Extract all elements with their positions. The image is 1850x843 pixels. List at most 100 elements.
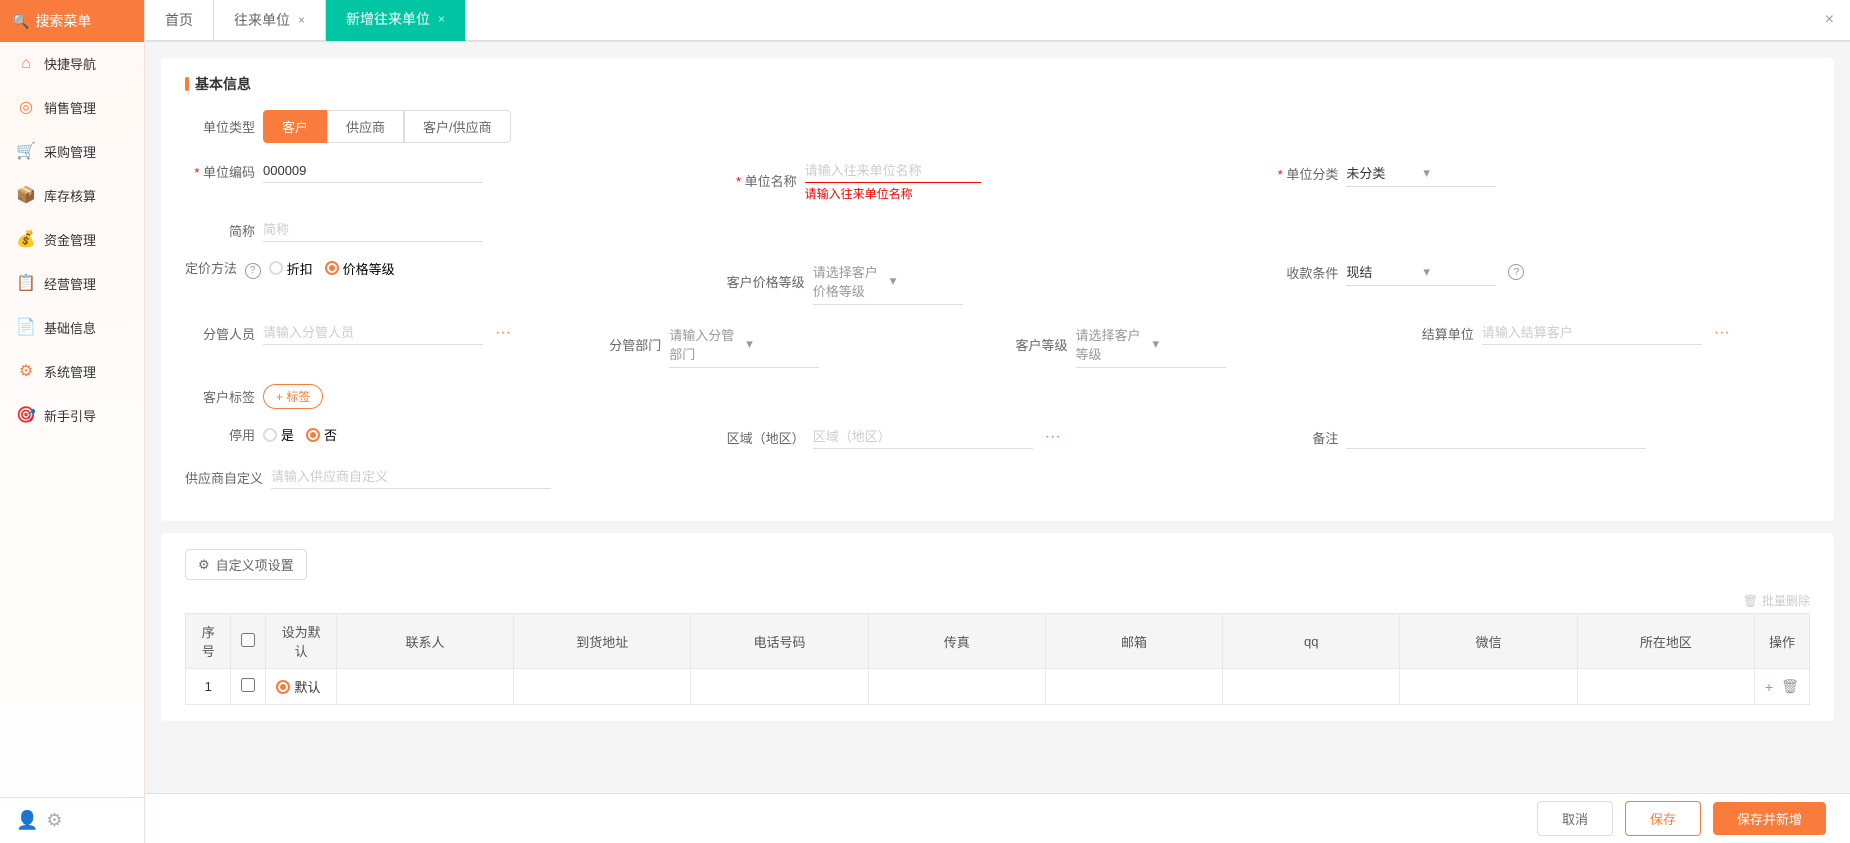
tab-new-partner-close[interactable]: × xyxy=(438,12,445,26)
row-default-circle xyxy=(276,680,290,694)
pricing-radio-price-level[interactable]: 价格等级 xyxy=(325,259,395,278)
user-icon: 👤 xyxy=(16,810,38,831)
wechat-input[interactable] xyxy=(1410,679,1566,694)
save-button[interactable]: 保存 xyxy=(1625,801,1701,836)
disabled-radio-yes[interactable]: 是 xyxy=(263,425,294,444)
custom-settings-button[interactable]: ⚙ 自定义项设置 xyxy=(185,549,307,580)
qq-input[interactable] xyxy=(1233,679,1389,694)
unit-name-field: 单位名称 请输入往来单位名称 xyxy=(727,159,1269,202)
sidebar-item-purchase[interactable]: 🛒 采购管理 xyxy=(0,129,144,173)
td-seq: 1 xyxy=(186,669,231,705)
sidebar-item-label: 经营管理 xyxy=(44,274,96,293)
address-input[interactable] xyxy=(524,679,680,694)
sidebar-item-basic[interactable]: 📄 基础信息 xyxy=(0,305,144,349)
disabled-radio-group: 是 否 xyxy=(263,425,337,444)
payment-condition-label: 收款条件 xyxy=(1268,263,1338,282)
unit-name-label: 单位名称 xyxy=(727,171,797,190)
settlement-unit-label: 结算单位 xyxy=(1404,324,1474,343)
delete-row-button[interactable]: 🗑 xyxy=(1781,678,1799,695)
tab-new-partner[interactable]: 新增往来单位 × xyxy=(326,0,466,41)
cancel-button[interactable]: 取消 xyxy=(1537,801,1613,836)
th-checkbox xyxy=(231,614,266,669)
manager-input[interactable] xyxy=(263,321,483,345)
remark-label: 备注 xyxy=(1268,428,1338,447)
unit-code-field: 单位编码 xyxy=(185,159,727,183)
customer-price-level-field: 客户价格等级 请选择客户价格等级 ▾ xyxy=(727,258,1269,305)
add-tag-button[interactable]: + 标签 xyxy=(263,384,323,409)
row-default-label: 默认 xyxy=(294,677,320,696)
email-input[interactable] xyxy=(1056,679,1212,694)
tab-home[interactable]: 首页 xyxy=(145,0,214,41)
row-default-radio[interactable]: 默认 xyxy=(276,677,325,696)
gear-icon: ⚙ xyxy=(198,557,210,573)
customer-tag-field: 客户标签 + 标签 xyxy=(185,384,1810,409)
pricing-radio-discount-label: 折扣 xyxy=(287,259,313,278)
td-action: + 🗑 xyxy=(1754,669,1809,705)
remark-input[interactable] xyxy=(1346,425,1646,449)
unit-category-select[interactable]: 未分类 ▾ xyxy=(1346,159,1496,187)
sidebar-item-system[interactable]: ⚙ 系统管理 xyxy=(0,349,144,393)
guide-icon: 🎯 xyxy=(16,405,36,425)
department-placeholder: 请输入分管部门 xyxy=(669,325,742,363)
tab-partners-close[interactable]: × xyxy=(298,13,305,27)
disabled-radio-no-label: 否 xyxy=(324,425,337,444)
unit-name-wrapper: 请输入往来单位名称 xyxy=(805,159,981,202)
tab-close-all-button[interactable]: × xyxy=(1809,11,1850,29)
customer-level-select[interactable]: 请选择客户等级 ▾ xyxy=(1076,321,1226,368)
payment-condition-select[interactable]: 现结 ▾ xyxy=(1346,258,1496,286)
sidebar-item-quick-nav[interactable]: ⌂ 快捷导航 xyxy=(0,42,144,85)
payment-condition-tooltip-icon[interactable]: ? xyxy=(1508,264,1524,280)
select-all-checkbox[interactable] xyxy=(241,633,255,647)
batch-delete-area: 🗑 批量删除 xyxy=(185,592,1810,609)
region-dots-button[interactable]: ··· xyxy=(1041,428,1065,446)
row-region-input[interactable] xyxy=(1588,679,1744,694)
tab-partners[interactable]: 往来单位 × xyxy=(214,0,326,41)
settlement-unit-dots-button[interactable]: ··· xyxy=(1710,324,1734,342)
sidebar-item-inventory[interactable]: 📦 库存核算 xyxy=(0,173,144,217)
td-region xyxy=(1577,669,1754,705)
sidebar-item-operations[interactable]: 📋 经营管理 xyxy=(0,261,144,305)
unit-name-input[interactable] xyxy=(805,159,981,183)
table-row: 1 默认 xyxy=(186,669,1810,705)
region-input[interactable] xyxy=(813,425,1033,449)
save-new-button[interactable]: 保存并新增 xyxy=(1713,802,1826,835)
td-wechat xyxy=(1400,669,1577,705)
unit-type-field: 单位类型 客户 供应商 客户/供应商 xyxy=(185,110,1810,143)
fax-input[interactable] xyxy=(879,679,1035,694)
add-row-button[interactable]: + xyxy=(1765,679,1773,695)
phone-input[interactable] xyxy=(701,679,857,694)
type-btn-both[interactable]: 客户/供应商 xyxy=(404,110,511,143)
type-btn-supplier[interactable]: 供应商 xyxy=(327,110,404,143)
customer-level-placeholder: 请选择客户等级 xyxy=(1076,325,1149,363)
type-btn-customer[interactable]: 客户 xyxy=(263,110,327,143)
unit-code-label: 单位编码 xyxy=(185,162,255,181)
unit-code-input[interactable] xyxy=(263,159,483,183)
tab-partners-label: 往来单位 xyxy=(234,10,290,30)
contact-input[interactable] xyxy=(347,679,503,694)
sidebar-item-finance[interactable]: 💰 资金管理 xyxy=(0,217,144,261)
unit-type-row: 单位类型 客户 供应商 客户/供应商 xyxy=(185,110,1810,143)
settlement-unit-input[interactable] xyxy=(1482,321,1702,345)
customer-price-level-select[interactable]: 请选择客户价格等级 ▾ xyxy=(813,258,963,305)
system-icon: ⚙ xyxy=(16,361,36,381)
row-checkbox[interactable] xyxy=(241,678,255,692)
section-title-bar xyxy=(185,77,189,91)
sidebar-item-sales[interactable]: ◎ 销售管理 xyxy=(0,85,144,129)
department-select[interactable]: 请输入分管部门 ▾ xyxy=(669,321,819,368)
manager-dots-button[interactable]: ··· xyxy=(491,324,515,342)
disabled-radio-no[interactable]: 否 xyxy=(306,425,337,444)
pricing-tooltip-icon[interactable]: ? xyxy=(245,263,261,279)
operations-icon: 📋 xyxy=(16,273,36,293)
td-phone xyxy=(691,669,868,705)
unit-name-error: 请输入往来单位名称 xyxy=(805,185,981,202)
sidebar-item-guide[interactable]: 🎯 新手引导 xyxy=(0,393,144,437)
pricing-radio-discount[interactable]: 折扣 xyxy=(269,259,313,278)
table-header-row: 序号 设为默认 联系人 到货地址 电话号码 传真 邮箱 qq 微信 所在地区 操… xyxy=(186,614,1810,669)
tab-home-label: 首页 xyxy=(165,10,193,30)
customer-price-level-placeholder: 请选择客户价格等级 xyxy=(813,262,886,300)
sidebar-search-label: 搜索菜单 xyxy=(35,11,91,31)
supplier-custom-input[interactable] xyxy=(271,465,551,489)
short-name-input[interactable] xyxy=(263,218,483,242)
sidebar-search[interactable]: 🔍 搜索菜单 xyxy=(0,0,144,42)
payment-condition-field: 收款条件 现结 ▾ ? xyxy=(1268,258,1810,286)
